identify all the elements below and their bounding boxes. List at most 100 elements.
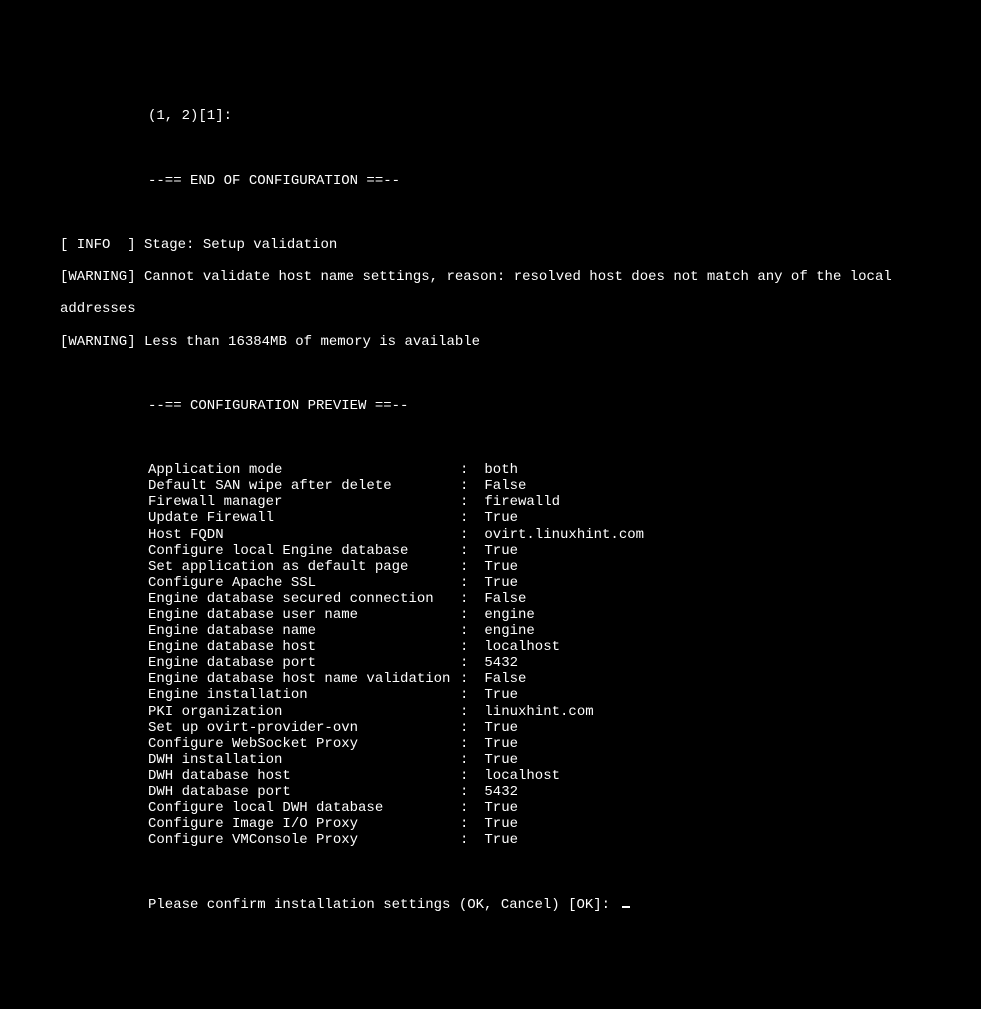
config-value: 5432 <box>476 784 518 800</box>
config-value: both <box>476 462 518 478</box>
config-preview-header: --== CONFIGURATION PREVIEW ==-- <box>60 398 981 414</box>
config-row: Configure Apache SSL: True <box>60 575 981 591</box>
config-row: Configure VMConsole Proxy: True <box>60 832 981 848</box>
config-key: DWH database port <box>148 784 460 800</box>
log-line-warning: [WARNING] Cannot validate host name sett… <box>60 269 981 285</box>
config-row: Engine database port: 5432 <box>60 655 981 671</box>
config-value: True <box>476 687 518 703</box>
config-separator: : <box>460 494 476 510</box>
config-separator: : <box>460 752 476 768</box>
config-row: Engine database user name: engine <box>60 607 981 623</box>
config-value: True <box>476 575 518 591</box>
config-key: Firewall manager <box>148 494 460 510</box>
config-separator: : <box>460 623 476 639</box>
config-row: Set application as default page: True <box>60 559 981 575</box>
config-row: DWH database port: 5432 <box>60 784 981 800</box>
config-value: False <box>476 671 526 687</box>
config-separator: : <box>460 591 476 607</box>
config-separator: : <box>460 704 476 720</box>
config-separator: : <box>460 687 476 703</box>
config-row: Engine database secured connection: Fals… <box>60 591 981 607</box>
config-value: engine <box>476 623 535 639</box>
config-separator: : <box>460 510 476 526</box>
config-value: True <box>476 559 518 575</box>
config-row: Configure Image I/O Proxy: True <box>60 816 981 832</box>
config-preview-list: Application mode: bothDefault SAN wipe a… <box>60 462 981 848</box>
config-key: Set up ovirt-provider-ovn <box>148 720 460 736</box>
config-row: DWH database host: localhost <box>60 768 981 784</box>
config-value: True <box>476 720 518 736</box>
config-separator: : <box>460 639 476 655</box>
config-separator: : <box>460 832 476 848</box>
config-separator: : <box>460 575 476 591</box>
config-separator: : <box>460 671 476 687</box>
config-key: Configure Apache SSL <box>148 575 460 591</box>
config-row: Application mode: both <box>60 462 981 478</box>
config-value: localhost <box>476 639 560 655</box>
config-row: Engine database name: engine <box>60 623 981 639</box>
config-key: Engine database host <box>148 639 460 655</box>
config-value: True <box>476 832 518 848</box>
end-of-config-header: --== END OF CONFIGURATION ==-- <box>60 173 981 189</box>
config-separator: : <box>460 768 476 784</box>
info-text: Stage: Setup validation <box>144 237 337 253</box>
warning-text: Less than 16384MB of memory is available <box>144 334 480 350</box>
config-value: True <box>476 816 518 832</box>
config-value: engine <box>476 607 535 623</box>
config-row: Set up ovirt-provider-ovn: True <box>60 720 981 736</box>
config-separator: : <box>460 816 476 832</box>
input-echo: (1, 2)[1]: <box>60 108 981 124</box>
config-separator: : <box>460 527 476 543</box>
config-key: Set application as default page <box>148 559 460 575</box>
config-key: Configure VMConsole Proxy <box>148 832 460 848</box>
config-key: Configure WebSocket Proxy <box>148 736 460 752</box>
config-separator: : <box>460 800 476 816</box>
config-value: True <box>476 543 518 559</box>
config-value: False <box>476 478 526 494</box>
cursor <box>622 906 630 908</box>
config-value: True <box>476 736 518 752</box>
warning-label: [WARNING] <box>60 334 136 350</box>
config-key: Configure local DWH database <box>148 800 460 816</box>
warning-text: Cannot validate host name settings, reas… <box>144 269 892 285</box>
config-separator: : <box>460 462 476 478</box>
config-key: Engine database user name <box>148 607 460 623</box>
info-label: [ INFO ] <box>60 237 136 253</box>
prompt-text: Please confirm installation settings (OK… <box>148 897 618 913</box>
config-value: True <box>476 510 518 526</box>
config-separator: : <box>460 478 476 494</box>
config-key: Application mode <box>148 462 460 478</box>
config-row: Update Firewall: True <box>60 510 981 526</box>
config-key: DWH installation <box>148 752 460 768</box>
config-key: Engine database secured connection <box>148 591 460 607</box>
config-value: 5432 <box>476 655 518 671</box>
config-value: True <box>476 800 518 816</box>
config-separator: : <box>460 607 476 623</box>
config-key: Host FQDN <box>148 527 460 543</box>
config-key: PKI organization <box>148 704 460 720</box>
config-value: ovirt.linuxhint.com <box>476 527 644 543</box>
config-key: Configure Image I/O Proxy <box>148 816 460 832</box>
config-key: Configure local Engine database <box>148 543 460 559</box>
config-key: Engine installation <box>148 687 460 703</box>
config-row: Engine database host name validation: Fa… <box>60 671 981 687</box>
config-key: Default SAN wipe after delete <box>148 478 460 494</box>
config-row: Engine database host: localhost <box>60 639 981 655</box>
config-key: Update Firewall <box>148 510 460 526</box>
config-separator: : <box>460 720 476 736</box>
config-row: PKI organization: linuxhint.com <box>60 704 981 720</box>
config-value: False <box>476 591 526 607</box>
confirm-prompt[interactable]: Please confirm installation settings (OK… <box>60 897 981 913</box>
config-row: DWH installation: True <box>60 752 981 768</box>
config-key: Engine database port <box>148 655 460 671</box>
log-wrap: addresses <box>60 301 981 317</box>
config-separator: : <box>460 543 476 559</box>
config-row: Default SAN wipe after delete: False <box>60 478 981 494</box>
config-row: Configure local DWH database: True <box>60 800 981 816</box>
log-line-warning: [WARNING] Less than 16384MB of memory is… <box>60 334 981 350</box>
config-value: True <box>476 752 518 768</box>
config-value: linuxhint.com <box>476 704 594 720</box>
config-row: Engine installation: True <box>60 687 981 703</box>
config-key: Engine database host name validation <box>148 671 460 687</box>
terminal-screen[interactable]: (1, 2)[1]: --== END OF CONFIGURATION ==-… <box>60 92 981 928</box>
